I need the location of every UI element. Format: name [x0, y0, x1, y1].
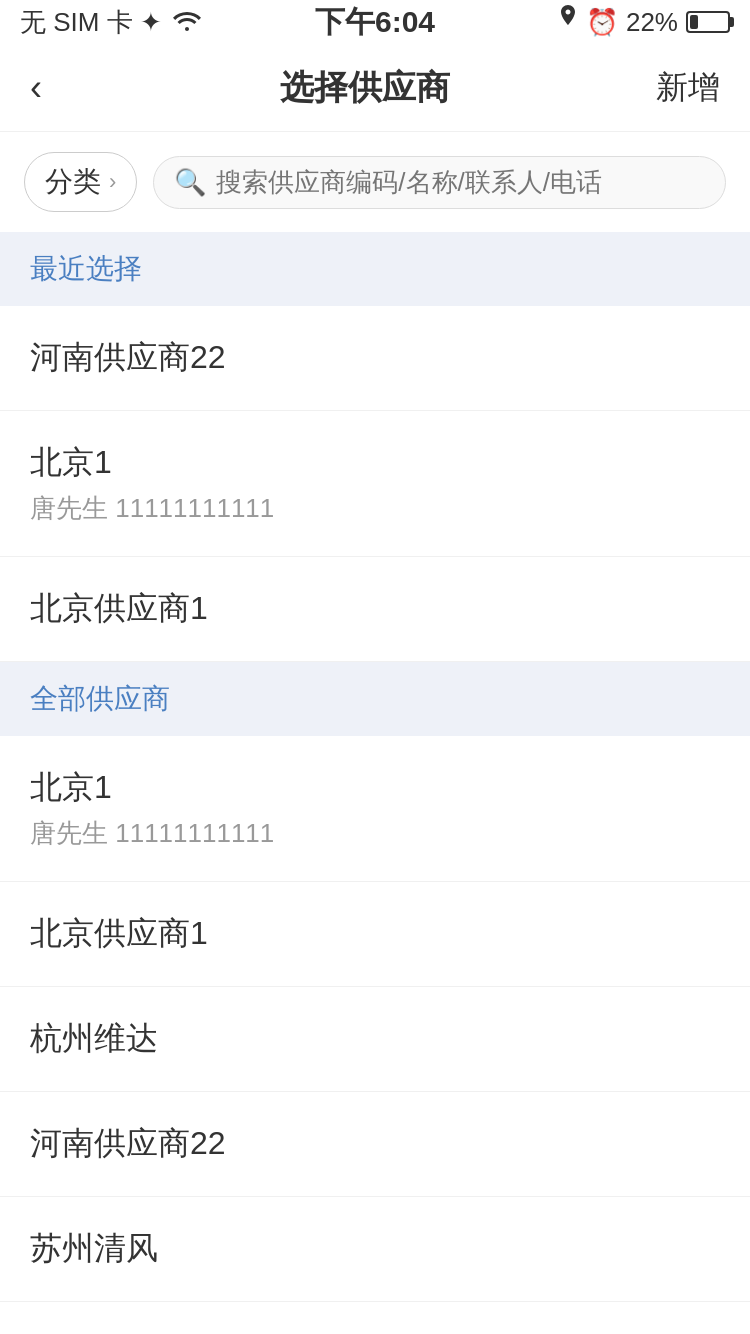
status-left: 无 SIM 卡 ✦ [20, 5, 202, 40]
item-name: 北京1 [30, 766, 720, 810]
all-section-header: 全部供应商 [0, 662, 750, 736]
search-box[interactable]: 🔍 [153, 156, 726, 209]
battery-icon [686, 11, 730, 33]
list-item[interactable]: 河南供应商22 [0, 306, 750, 411]
add-button[interactable]: 新增 [640, 66, 720, 110]
filter-bar: 分类 › 🔍 [0, 132, 750, 232]
location-icon [558, 5, 578, 40]
category-button[interactable]: 分类 › [24, 152, 137, 212]
list-item[interactable]: 北京供应商1 [0, 882, 750, 987]
item-name: 北京1 [30, 441, 720, 485]
list-item[interactable]: 北京1 唐先生 11111111111 [0, 736, 750, 882]
back-button[interactable]: ‹ [30, 67, 90, 109]
nav-bar: ‹ 选择供应商 新增 [0, 44, 750, 132]
recent-list: 河南供应商22 北京1 唐先生 11111111111 北京供应商1 [0, 306, 750, 662]
item-name: 河南供应商22 [30, 336, 720, 380]
page-title: 选择供应商 [280, 65, 450, 111]
item-name: 北京供应商1 [30, 587, 720, 631]
wifi-icon [172, 7, 202, 38]
chevron-right-icon: › [109, 169, 116, 195]
all-section-label: 全部供应商 [30, 683, 170, 714]
alarm-icon: ⏰ [586, 7, 618, 38]
list-item[interactable]: 北京供应商1 [0, 557, 750, 662]
list-item[interactable]: 苏州清风 [0, 1197, 750, 1302]
category-label: 分类 [45, 163, 101, 201]
item-name: 苏州清风 [30, 1227, 720, 1271]
item-name: 北京供应商1 [30, 912, 720, 956]
item-sub: 唐先生 11111111111 [30, 491, 720, 526]
status-right: ⏰ 22% [558, 5, 730, 40]
recent-section-label: 最近选择 [30, 253, 142, 284]
list-item[interactable]: 北京1 唐先生 11111111111 [0, 411, 750, 557]
search-input[interactable] [216, 167, 705, 198]
sim-label: 无 SIM 卡 ✦ [20, 5, 162, 40]
search-icon: 🔍 [174, 167, 206, 198]
status-bar: 无 SIM 卡 ✦ 下午6:04 ⏰ 22% [0, 0, 750, 44]
item-name: 杭州维达 [30, 1017, 720, 1061]
status-time: 下午6:04 [315, 2, 435, 43]
item-sub: 唐先生 11111111111 [30, 816, 720, 851]
recent-section-header: 最近选择 [0, 232, 750, 306]
list-item[interactable]: 杭州维达 [0, 987, 750, 1092]
battery-percent: 22% [626, 7, 678, 38]
item-name: 河南供应商22 [30, 1122, 720, 1166]
all-list: 北京1 唐先生 11111111111 北京供应商1 杭州维达河南供应商22 苏州清风 [0, 736, 750, 1302]
list-item[interactable]: 河南供应商22 [0, 1092, 750, 1197]
